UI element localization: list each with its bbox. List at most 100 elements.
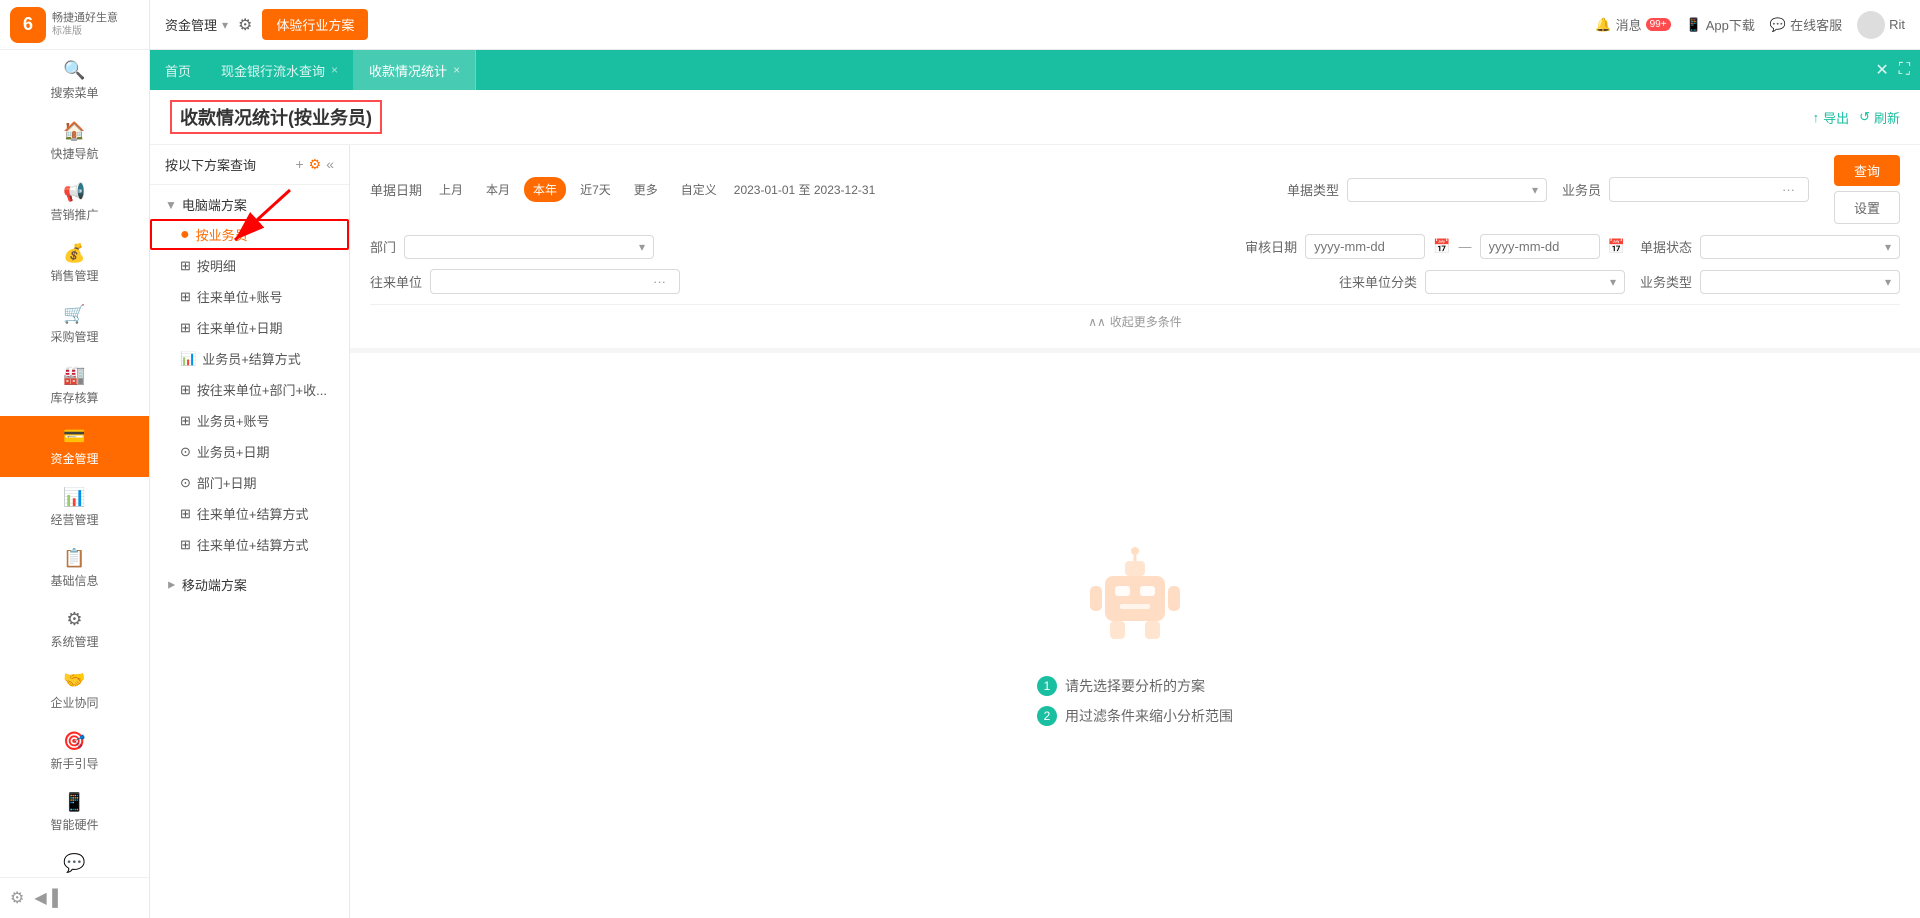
marketing-icon: 📢 xyxy=(63,182,85,203)
partner-dots-icon[interactable]: ··· xyxy=(648,274,671,289)
purchase-icon: 🛒 xyxy=(63,304,85,325)
type-select[interactable]: ▾ xyxy=(1347,178,1547,202)
tab-close-all-icon[interactable]: ✕ xyxy=(1875,60,1888,80)
status-arrow-icon: ▾ xyxy=(1885,240,1891,254)
tab-receipts-close[interactable]: × xyxy=(453,63,460,77)
scheme-item-salesperson-label: 按业务员 xyxy=(196,225,248,244)
sidebar-item-collab[interactable]: 🤝 企业协同 xyxy=(0,660,149,721)
topbar-left: 资金管理 ▾ ⚙ 体验行业方案 xyxy=(165,9,368,40)
settings-button[interactable]: 设置 xyxy=(1834,191,1900,224)
status-select[interactable]: ▾ xyxy=(1700,235,1900,259)
sidebar-nav: 🔍 搜索菜单 🏠 快捷导航 📢 营销推广 💰 销售管理 🛒 采购管理 🏭 xyxy=(0,50,149,877)
app-download-label: App下载 xyxy=(1706,15,1755,34)
salesperson-select[interactable]: ··· xyxy=(1609,177,1809,202)
tab-receipts[interactable]: 收款情况统计 × xyxy=(354,50,476,90)
service-icon: 💬 xyxy=(1770,17,1786,33)
scheme-item-sales-account[interactable]: ⊞ 业务员+账号 xyxy=(150,405,349,436)
user-info[interactable]: Rit xyxy=(1857,11,1905,39)
scheme-item-partner-pay2[interactable]: ⊞ 往来单位+结算方式 xyxy=(150,529,349,560)
scheme-desktop-header[interactable]: ▼ 电脑端方案 xyxy=(150,190,349,219)
sidebar-item-basic[interactable]: 📋 基础信息 xyxy=(0,538,149,599)
breadcrumb-arrow-icon[interactable]: ▾ xyxy=(222,18,228,32)
scheme-item-sales-payment[interactable]: 📊 业务员+结算方式 xyxy=(150,343,349,374)
scheme-item-partner-pay1[interactable]: ⊞ 往来单位+结算方式 xyxy=(150,498,349,529)
date-btn-custom[interactable]: 自定义 xyxy=(672,177,726,202)
wechat-icon: 💬 xyxy=(63,853,85,874)
empty-step-1: 1 请先选择要分析的方案 xyxy=(1037,676,1233,696)
trial-button[interactable]: 体验行业方案 xyxy=(262,9,368,40)
dept-select[interactable]: ▾ xyxy=(404,235,654,259)
collapse-footer-icon[interactable]: ◀▐ xyxy=(34,888,58,908)
app-download-item[interactable]: 📱 App下载 xyxy=(1686,15,1755,34)
scheme-add-icon[interactable]: + xyxy=(295,156,303,173)
scheme-item-detail-label: 按明细 xyxy=(197,256,236,275)
partner-select[interactable]: ··· xyxy=(430,269,680,294)
date-btn-this-year[interactable]: 本年 xyxy=(524,177,566,202)
collapse-bar[interactable]: ∧∧ 收起更多条件 xyxy=(370,304,1900,338)
sidebar-item-marketing[interactable]: 📢 营销推广 xyxy=(0,172,149,233)
messages-item[interactable]: 🔔 消息 99+ xyxy=(1595,15,1670,34)
tab-cashflow[interactable]: 现金银行流水查询 × xyxy=(206,50,354,90)
topbar-settings-icon[interactable]: ⚙ xyxy=(238,15,252,35)
review-date-to-icon[interactable]: 📅 xyxy=(1608,238,1625,255)
sidebar-item-purchase[interactable]: 🛒 采购管理 xyxy=(0,294,149,355)
scheme-item-partner-date[interactable]: ⊞ 往来单位+日期 xyxy=(150,312,349,343)
export-button[interactable]: ↑ 导出 xyxy=(1813,108,1850,127)
sidebar-label-marketing: 营销推广 xyxy=(50,206,98,223)
scheme-settings-icon[interactable]: ⚙ xyxy=(309,156,322,173)
scheme-item-detail[interactable]: ⊞ 按明细 xyxy=(150,250,349,281)
sidebar-label-search: 搜索菜单 xyxy=(50,84,98,101)
main-content: 资金管理 ▾ ⚙ 体验行业方案 🔔 消息 99+ 📱 App下载 💬 xyxy=(150,0,1920,918)
date-btn-more[interactable]: 更多 xyxy=(625,177,667,202)
review-date-from-icon[interactable]: 📅 xyxy=(1433,238,1450,255)
inventory-icon: 🏭 xyxy=(63,365,85,386)
sidebar-item-wechat[interactable]: 💬 企业微信 xyxy=(0,843,149,877)
scheme-mobile-header[interactable]: ▼ 移动端方案 xyxy=(150,570,349,599)
settings-footer-icon[interactable]: ⚙ xyxy=(10,888,24,908)
scheme-item-salesperson[interactable]: ● 按业务员 xyxy=(150,219,349,250)
sidebar-item-nav[interactable]: 🏠 快捷导航 xyxy=(0,111,149,172)
tab-home[interactable]: 首页 xyxy=(150,50,206,90)
filter-dept-item: 部门 ▾ xyxy=(370,235,654,259)
sidebar-item-inventory[interactable]: 🏭 库存核算 xyxy=(0,355,149,416)
search-icon: 🔍 xyxy=(63,60,85,81)
scheme-collapse-icon[interactable]: « xyxy=(326,156,334,173)
sidebar-item-operation[interactable]: 📊 经营管理 xyxy=(0,477,149,538)
date-btn-this-month[interactable]: 本月 xyxy=(477,177,519,202)
sidebar-item-guide[interactable]: 🎯 新手引导 xyxy=(0,721,149,782)
salesperson-filter-label: 业务员 xyxy=(1562,180,1601,199)
tab-fullscreen-icon[interactable]: ⛶ xyxy=(1899,61,1910,79)
tabbar: 首页 现金银行流水查询 × 收款情况统计 × ✕ ⛶ xyxy=(150,50,1920,90)
operation-icon: 📊 xyxy=(63,487,85,508)
sidebar-item-search[interactable]: 🔍 搜索菜单 xyxy=(0,50,149,111)
scheme-header: 按以下方案查询 + ⚙ « xyxy=(150,145,349,185)
query-button[interactable]: 查询 xyxy=(1834,155,1900,186)
sidebar-item-system[interactable]: ⚙ 系统管理 xyxy=(0,599,149,660)
sidebar-item-sales[interactable]: 💰 销售管理 xyxy=(0,233,149,294)
biz-type-select[interactable]: ▾ xyxy=(1700,270,1900,294)
sidebar-item-hardware[interactable]: 📱 智能硬件 xyxy=(0,782,149,843)
salesperson-dots-icon[interactable]: ··· xyxy=(1777,182,1800,197)
review-date-from-input[interactable] xyxy=(1305,234,1425,259)
tab-cashflow-close[interactable]: × xyxy=(331,63,338,77)
refresh-button[interactable]: ↺ 刷新 xyxy=(1859,108,1900,127)
review-date-to-input[interactable] xyxy=(1480,234,1600,259)
tab-receipts-label: 收款情况统计 xyxy=(369,61,447,80)
mobile-group-label: 移动端方案 xyxy=(182,575,247,594)
online-service-item[interactable]: 💬 在线客服 xyxy=(1770,15,1842,34)
sidebar-item-finance[interactable]: 💳 资金管理 xyxy=(0,416,149,477)
scheme-item-dept-date[interactable]: ⊙ 部门+日期 xyxy=(150,467,349,498)
breadcrumb-text: 资金管理 xyxy=(165,15,217,34)
scheme-item-partner-account[interactable]: ⊞ 往来单位+账号 xyxy=(150,281,349,312)
sidebar-label-sales: 销售管理 xyxy=(50,267,98,284)
scheme-actions: + ⚙ « xyxy=(295,156,334,173)
date-btn-7days[interactable]: 近7天 xyxy=(571,177,620,202)
filter-row-2: 部门 ▾ 审核日期 📅 — xyxy=(370,234,1900,259)
breadcrumb: 资金管理 ▾ xyxy=(165,15,228,34)
logo-title: 畅捷通好生意 xyxy=(52,11,118,25)
partner-category-select[interactable]: ▾ xyxy=(1425,270,1625,294)
scheme-item-partner-dept[interactable]: ⊞ 按往来单位+部门+收... xyxy=(150,374,349,405)
refresh-icon: ↺ xyxy=(1859,109,1870,125)
date-btn-last-month[interactable]: 上月 xyxy=(430,177,472,202)
scheme-item-sales-date[interactable]: ⊙ 业务员+日期 xyxy=(150,436,349,467)
